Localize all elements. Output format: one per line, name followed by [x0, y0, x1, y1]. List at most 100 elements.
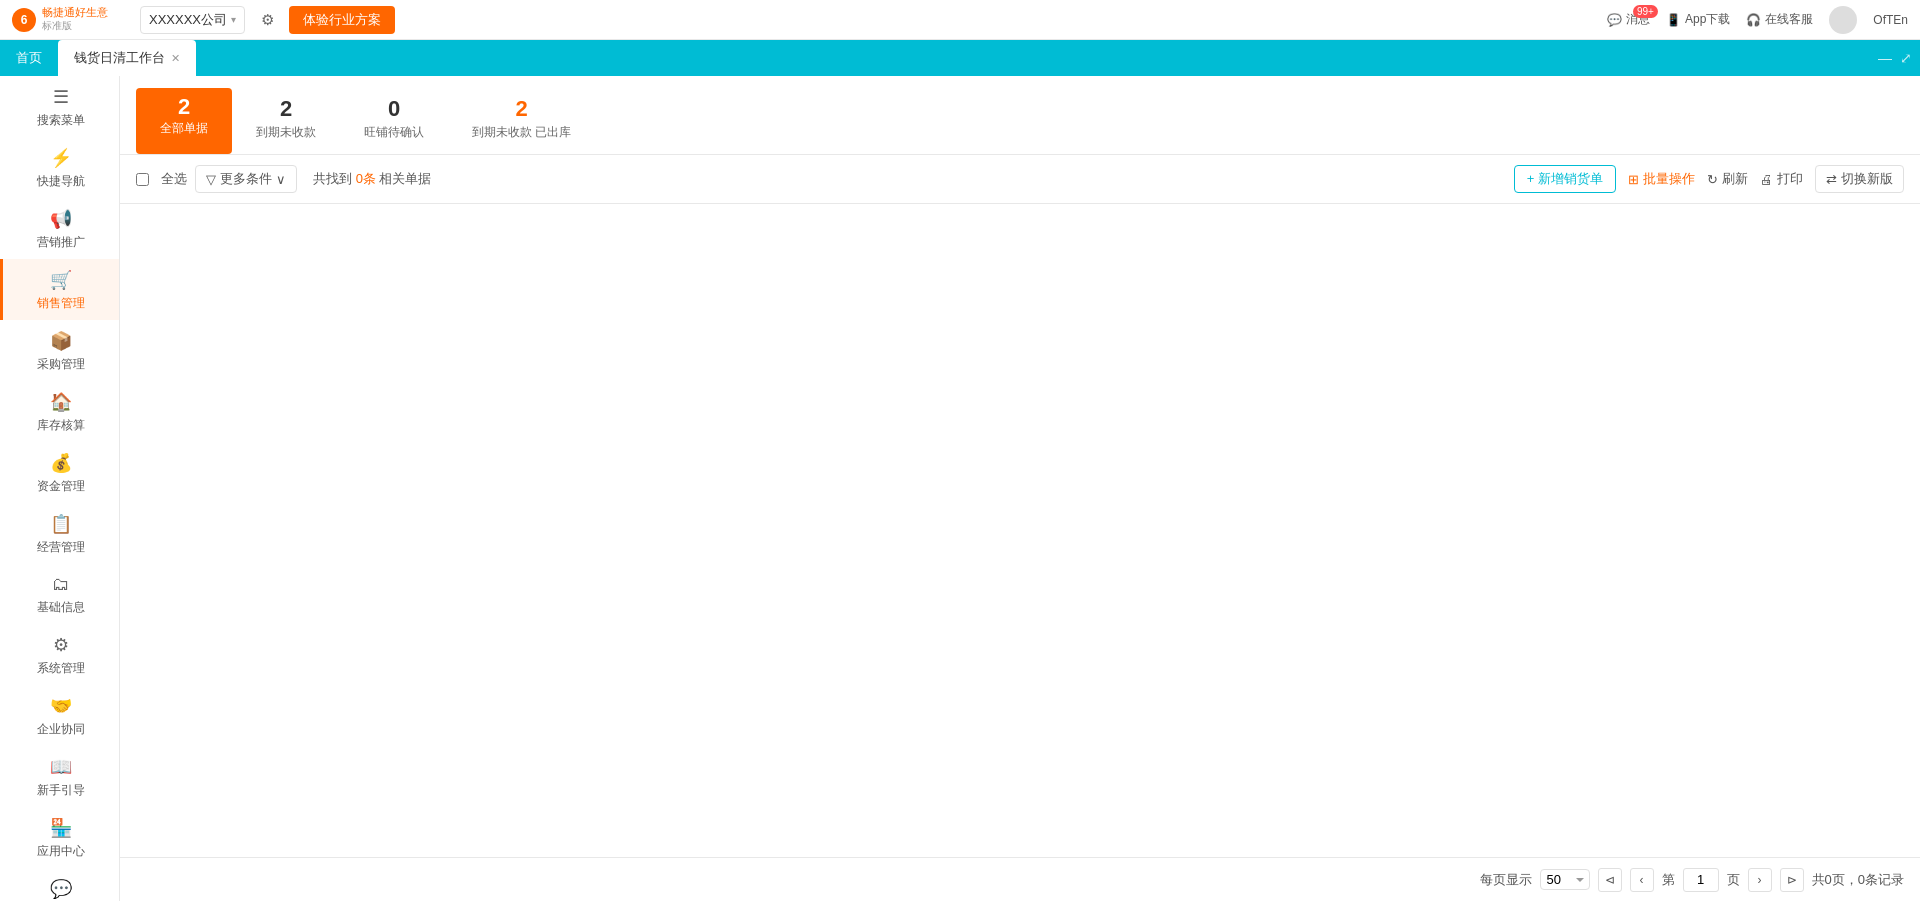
- print-button[interactable]: 🖨 打印: [1760, 170, 1803, 188]
- page-label: 第: [1662, 871, 1675, 889]
- guide-icon: 📖: [50, 756, 72, 778]
- marketing-icon: 📢: [50, 208, 72, 230]
- next-page-button[interactable]: ›: [1748, 868, 1772, 892]
- sidebar-item-finance[interactable]: 💰 资金管理: [0, 442, 119, 503]
- message-button[interactable]: 💬 消息 99+: [1607, 11, 1650, 28]
- sidebar-item-nav[interactable]: ⚡ 快捷导航: [0, 137, 119, 198]
- nav-icon: ⚡: [50, 147, 72, 169]
- inventory-icon: 🏠: [50, 391, 72, 413]
- stat-tab-overdue[interactable]: 2 到期未收款: [232, 88, 340, 154]
- sidebar-label-basic-info: 基础信息: [37, 599, 85, 616]
- sidebar-item-operation[interactable]: 📋 经营管理: [0, 503, 119, 564]
- search-menu-icon: ☰: [53, 86, 69, 108]
- settings-button[interactable]: ⚙: [253, 6, 281, 34]
- stat-tab-shipped[interactable]: 2 到期未收款 已出库: [448, 88, 595, 154]
- pagination-bar: 每页显示 50 10 20 100 ⊲ ‹ 第 页 › ⊳ 共0页，0条记录: [120, 857, 1920, 901]
- found-text: 共找到 0条 相关单据: [313, 170, 431, 188]
- tab-home-label: 首页: [16, 49, 42, 67]
- tab-bar: 首页 钱货日清工作台 ✕ — ⤢: [0, 40, 1920, 76]
- switch-label: 切换新版: [1841, 170, 1893, 188]
- sidebar-label-operation: 经营管理: [37, 539, 85, 556]
- user-name: OfTEn: [1873, 13, 1908, 27]
- service-icon: 🎧: [1746, 13, 1761, 27]
- company-selector[interactable]: XXXXXX公司 ▾: [140, 6, 245, 34]
- sidebar-item-sales[interactable]: 🛒 销售管理: [0, 259, 119, 320]
- tab-home[interactable]: 首页: [0, 40, 58, 76]
- tab-workbench-label: 钱货日清工作台: [74, 49, 165, 67]
- company-name: XXXXXX公司: [149, 11, 227, 29]
- filter-chevron-icon: ∨: [276, 172, 286, 187]
- online-service-button[interactable]: 🎧 在线客服: [1746, 11, 1813, 28]
- stat-tab-all[interactable]: 2 全部单据: [136, 88, 232, 154]
- new-sale-button[interactable]: + 新增销货单: [1514, 165, 1616, 193]
- sidebar-item-enterprise[interactable]: 🤝 企业协同: [0, 685, 119, 746]
- page-size-select[interactable]: 50 10 20 100: [1540, 869, 1590, 890]
- stat-overdue-number: 2: [280, 96, 292, 122]
- avatar[interactable]: [1829, 6, 1857, 34]
- sidebar-label-finance: 资金管理: [37, 478, 85, 495]
- first-page-button[interactable]: ⊲: [1598, 868, 1622, 892]
- message-icon: 💬: [1607, 13, 1622, 27]
- wechat-icon: 💬: [50, 878, 72, 900]
- sidebar-label-inventory: 库存核算: [37, 417, 85, 434]
- online-service-label: 在线客服: [1765, 11, 1813, 28]
- content-area: 2 全部单据 2 到期未收款 0 旺铺待确认 2 到期未收款 已出库 全选 ▽ …: [120, 76, 1920, 901]
- sidebar-item-basic-info[interactable]: 🗂 基础信息: [0, 564, 119, 624]
- sidebar-label-nav: 快捷导航: [37, 173, 85, 190]
- sidebar-item-system[interactable]: ⚙ 系统管理: [0, 624, 119, 685]
- filter-label: 更多条件: [220, 170, 272, 188]
- sidebar-item-app-center[interactable]: 🏪 应用中心: [0, 807, 119, 868]
- sidebar-label-marketing: 营销推广: [37, 234, 85, 251]
- sidebar-label-system: 系统管理: [37, 660, 85, 677]
- download-icon: 📱: [1666, 13, 1681, 27]
- app-download-button[interactable]: 📱 App下载: [1666, 11, 1730, 28]
- sales-icon: 🛒: [50, 269, 72, 291]
- sidebar-item-inventory[interactable]: 🏠 库存核算: [0, 381, 119, 442]
- sidebar-item-purchase[interactable]: 📦 采购管理: [0, 320, 119, 381]
- tab-close-icon[interactable]: ✕: [171, 52, 180, 65]
- enterprise-icon: 🤝: [50, 695, 72, 717]
- sidebar-item-enterprise-wechat[interactable]: 💬 企业微信: [0, 868, 119, 901]
- stat-all-number: 2: [160, 94, 208, 120]
- print-icon: 🖨: [1760, 172, 1773, 187]
- operation-icon: 📋: [50, 513, 72, 535]
- filter-button[interactable]: ▽ 更多条件 ∨: [195, 165, 297, 193]
- switch-version-button[interactable]: ⇄ 切换新版: [1815, 165, 1904, 193]
- refresh-button[interactable]: ↻ 刷新: [1707, 170, 1748, 188]
- sidebar-item-search[interactable]: ☰ 搜索菜单: [0, 76, 119, 137]
- page-size-label: 每页显示: [1480, 871, 1532, 889]
- app-logo-badge: 标准版: [42, 19, 108, 33]
- total-text: 共0页，0条记录: [1812, 871, 1904, 889]
- tab-expand-icon[interactable]: ⤢: [1900, 50, 1912, 66]
- sidebar-item-marketing[interactable]: 📢 营销推广: [0, 198, 119, 259]
- table-area: [120, 204, 1920, 857]
- purchase-icon: 📦: [50, 330, 72, 352]
- prev-page-button[interactable]: ‹: [1630, 868, 1654, 892]
- stat-wangpu-number: 0: [388, 96, 400, 122]
- found-count: 0条: [356, 171, 376, 186]
- sidebar-label-app-center: 应用中心: [37, 843, 85, 860]
- experience-button[interactable]: 体验行业方案: [289, 6, 395, 34]
- sidebar-item-guide[interactable]: 📖 新手引导: [0, 746, 119, 807]
- page-suffix: 页: [1727, 871, 1740, 889]
- select-all-label: 全选: [161, 170, 187, 188]
- stat-shipped-label: 到期未收款 已出库: [472, 124, 571, 141]
- tab-work-bench[interactable]: 钱货日清工作台 ✕: [58, 40, 196, 76]
- finance-icon: 💰: [50, 452, 72, 474]
- print-label: 打印: [1777, 170, 1803, 188]
- page-input[interactable]: [1683, 868, 1719, 892]
- stat-all-label: 全部单据: [160, 120, 208, 137]
- tab-minimize-icon[interactable]: —: [1878, 50, 1892, 66]
- sidebar-label-guide: 新手引导: [37, 782, 85, 799]
- app-logo-text: 畅捷通好生意: [42, 6, 108, 19]
- stat-wangpu-label: 旺铺待确认: [364, 124, 424, 141]
- sidebar-label-search: 搜索菜单: [37, 112, 85, 129]
- app-center-icon: 🏪: [50, 817, 72, 839]
- sidebar-label-sales: 销售管理: [37, 295, 85, 312]
- tab-bar-right: — ⤢: [1878, 50, 1920, 66]
- last-page-button[interactable]: ⊳: [1780, 868, 1804, 892]
- batch-operation-button[interactable]: ⊞ 批量操作: [1628, 170, 1695, 188]
- select-all-checkbox[interactable]: [136, 173, 149, 186]
- stat-tab-wangpu[interactable]: 0 旺铺待确认: [340, 88, 448, 154]
- stats-tabs: 2 全部单据 2 到期未收款 0 旺铺待确认 2 到期未收款 已出库: [120, 76, 1920, 155]
